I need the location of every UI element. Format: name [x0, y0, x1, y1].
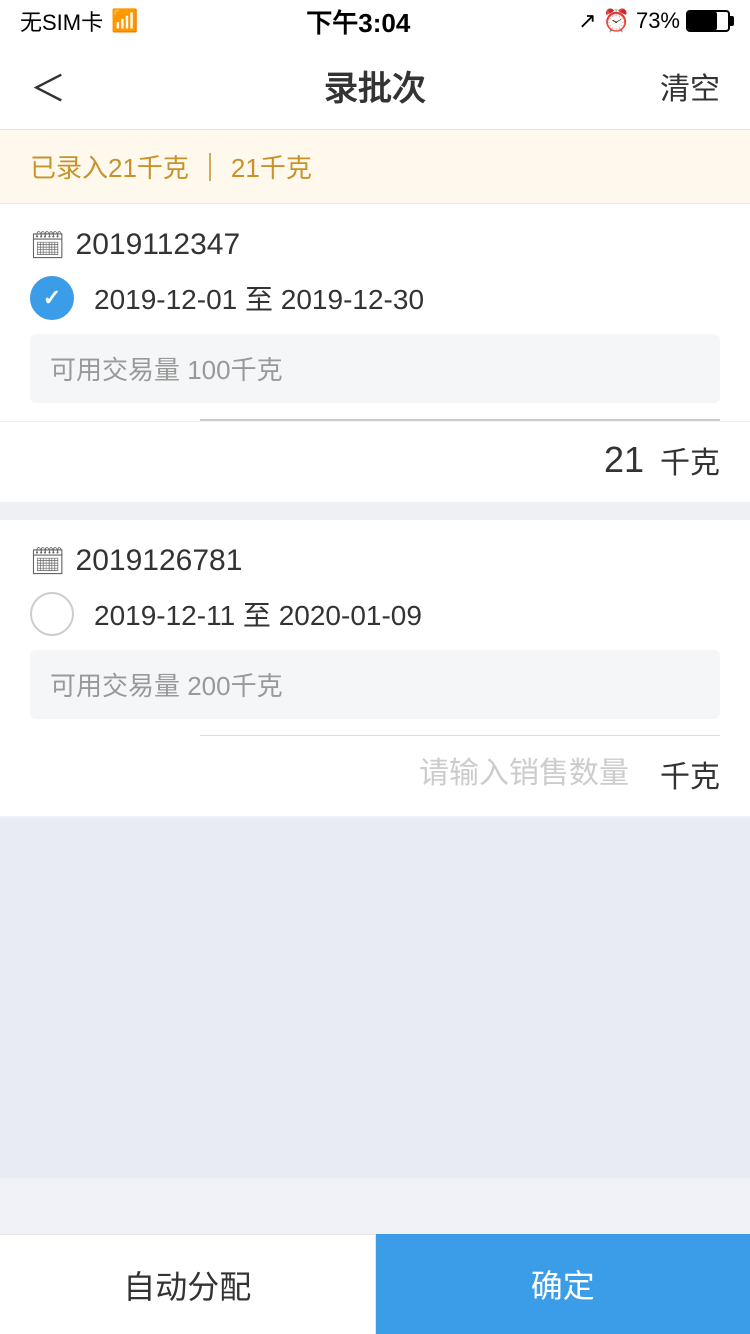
batch-1-radio[interactable] — [30, 276, 74, 320]
batch-2-radio[interactable] — [30, 592, 74, 636]
alarm-icon: ⏰ — [603, 8, 630, 34]
battery-icon — [686, 10, 730, 32]
batch-2-date: 2019-12-11 至 2020-01-09 — [94, 594, 422, 634]
batch-1-header: 🗓 2019112347 — [0, 204, 750, 270]
battery-fill — [688, 12, 717, 30]
back-button[interactable]: ＜ — [30, 60, 90, 112]
batch-1-avail: 可用交易量 100千克 — [30, 334, 720, 403]
batch-1-icon: 🗓 — [30, 229, 66, 262]
info-value: 21千克 — [231, 148, 312, 185]
info-label: 已录入21千克 — [30, 148, 189, 185]
status-left: 无SIM卡 📶 — [20, 5, 139, 37]
confirm-button[interactable]: 确定 — [376, 1234, 750, 1334]
batch-2-input-row: 千克 — [0, 736, 750, 816]
bottom-bar: 自动分配 确定 — [0, 1234, 750, 1334]
page-title: 录批次 — [324, 61, 426, 110]
batch-1-qty: 21 — [604, 439, 644, 481]
section-divider — [0, 504, 750, 520]
carrier-text: 无SIM卡 — [20, 5, 103, 37]
gray-area — [0, 818, 750, 1178]
batch-1-date: 2019-12-01 至 2019-12-30 — [94, 278, 424, 318]
batch-card-1: 🗓 2019112347 2019-12-01 至 2019-12-30 可用交… — [0, 204, 750, 502]
batch-2-avail: 可用交易量 200千克 — [30, 650, 720, 719]
batch-1-unit: 千克 — [660, 438, 720, 482]
batch-2-unit: 千克 — [660, 752, 720, 796]
status-bar: 无SIM卡 📶 下午3:04 ↗ ⏰ 73% — [0, 0, 750, 42]
batch-2-qty-input[interactable] — [30, 757, 644, 791]
status-right: ↗ ⏰ 73% — [578, 8, 730, 34]
info-banner: 已录入21千克 21千克 — [0, 130, 750, 204]
battery-percent: 73% — [636, 8, 680, 34]
auto-distribute-button[interactable]: 自动分配 — [0, 1234, 376, 1334]
nav-bar: ＜ 录批次 清空 — [0, 42, 750, 130]
location-icon: ↗ — [578, 8, 596, 34]
batch-2-id: 2019126781 — [76, 544, 243, 578]
wifi-icon: 📶 — [111, 8, 138, 34]
batch-1-row: 2019-12-01 至 2019-12-30 — [0, 270, 750, 326]
status-time: 下午3:04 — [306, 3, 410, 40]
batch-2-icon: 🗓 — [30, 545, 66, 578]
batch-1-id: 2019112347 — [76, 228, 241, 262]
batch-card-2: 🗓 2019126781 2019-12-11 至 2020-01-09 可用交… — [0, 520, 750, 816]
batch-2-header: 🗓 2019126781 — [0, 520, 750, 586]
clear-button[interactable]: 清空 — [660, 64, 720, 108]
batch-1-qty-row: 21 千克 — [0, 421, 750, 502]
batch-2-row: 2019-12-11 至 2020-01-09 — [0, 586, 750, 642]
info-divider — [209, 153, 211, 181]
